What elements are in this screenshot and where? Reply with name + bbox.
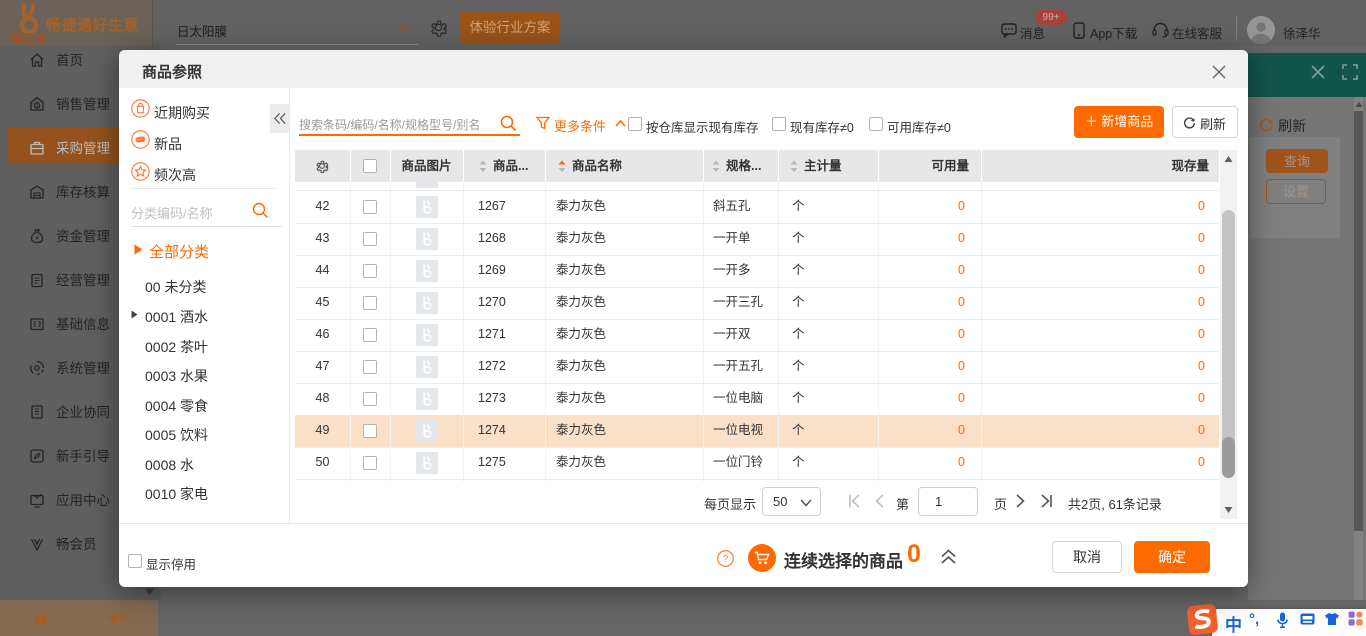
svg-text:¥: ¥: [35, 236, 39, 242]
svg-text:?: ?: [723, 554, 729, 565]
svg-text:$: $: [35, 103, 38, 109]
